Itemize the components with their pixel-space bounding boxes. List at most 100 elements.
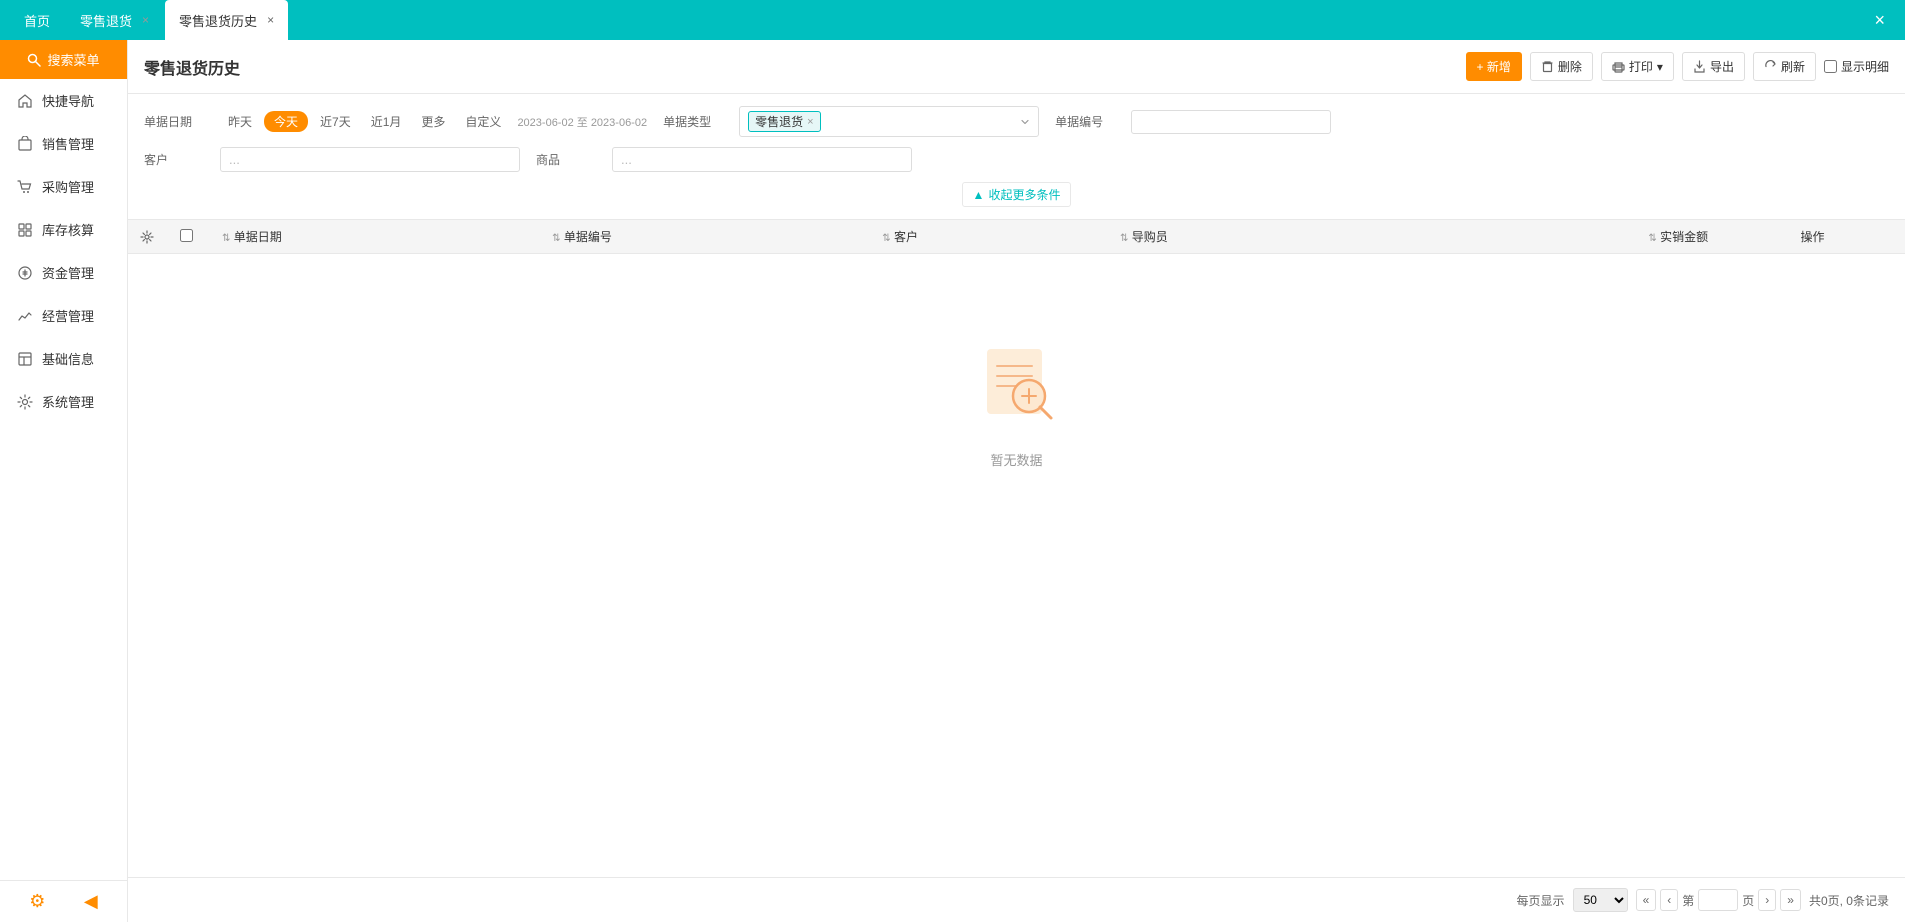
delete-icon — [1541, 60, 1554, 73]
date-btn-custom[interactable]: 自定义 — [457, 111, 509, 132]
sidebar-item-inventory[interactable]: 库存核算 — [0, 208, 127, 251]
th-guide-sort-icon[interactable]: ⇅ — [1120, 233, 1128, 244]
table-header-row: ⇅ 单据日期 ⇅ 单据编号 ⇅ 客户 ⇅ 导购员 — [128, 220, 1905, 254]
empty-icon — [967, 334, 1067, 434]
goods-filter-label: 商品 — [536, 151, 596, 168]
delete-label: 删除 — [1558, 58, 1582, 75]
data-table: ⇅ 单据日期 ⇅ 单据编号 ⇅ 客户 ⇅ 导购员 — [128, 220, 1905, 549]
export-button[interactable]: 导出 — [1682, 52, 1745, 81]
th-customer-sort-icon[interactable]: ⇅ — [882, 233, 890, 244]
th-action-label: 操作 — [1801, 230, 1825, 244]
customer-select[interactable]: ... — [220, 147, 520, 172]
settings-icon[interactable]: ⚙ — [29, 891, 45, 912]
table-settings-col[interactable] — [128, 220, 168, 254]
sidebar-item-finance[interactable]: 资金管理 — [0, 251, 127, 294]
refresh-button[interactable]: 刷新 — [1753, 52, 1816, 81]
show-detail-checkbox[interactable] — [1824, 60, 1837, 73]
voucher-type-select[interactable]: 零售退货 × — [739, 106, 1039, 137]
th-no: ⇅ 单据编号 — [538, 220, 868, 254]
tab-home[interactable]: 首页 — [10, 0, 64, 40]
date-btn-yesterday[interactable]: 昨天 — [220, 111, 260, 132]
system-icon — [16, 393, 34, 411]
th-action: 操作 — [1720, 220, 1905, 254]
sidebar-item-purchase[interactable]: 采购管理 — [0, 165, 127, 208]
th-amount-label: 实销金额 — [1660, 230, 1708, 244]
page-label-before: 第 — [1682, 892, 1694, 909]
top-bar-close[interactable]: × — [1864, 10, 1895, 31]
select-all-checkbox[interactable] — [180, 229, 193, 242]
delete-button[interactable]: 删除 — [1530, 52, 1593, 81]
per-page-label: 每页显示 — [1517, 892, 1565, 909]
date-btn-7days[interactable]: 近7天 — [312, 111, 359, 132]
table-checkbox-col[interactable] — [168, 220, 208, 254]
sidebar-nav: 快捷导航 销售管理 采 — [0, 79, 127, 880]
sidebar-item-system[interactable]: 系统管理 — [0, 380, 127, 423]
th-amount: ⇅ 实销金额 — [1390, 220, 1720, 254]
basic-icon — [16, 350, 34, 368]
page-title: 零售退货历史 — [144, 55, 240, 79]
sidebar-item-label: 基础信息 — [42, 349, 94, 368]
sidebar-search-label: 搜索菜单 — [47, 50, 99, 69]
sidebar-item-label: 库存核算 — [42, 220, 94, 239]
sidebar-search[interactable]: 搜索菜单 — [0, 40, 127, 79]
sidebar-item-label: 经营管理 — [42, 306, 94, 325]
sidebar-item-quick-nav[interactable]: 快捷导航 — [0, 79, 127, 122]
settings-col-icon[interactable] — [140, 230, 154, 244]
th-amount-sort-icon[interactable]: ⇅ — [1648, 233, 1656, 244]
customer-placeholder: ... — [229, 152, 511, 167]
per-page-select[interactable]: 50 10 20 100 — [1573, 888, 1628, 912]
collapse-label: 收起更多条件 — [988, 186, 1060, 203]
table-area: ⇅ 单据日期 ⇅ 单据编号 ⇅ 客户 ⇅ 导购员 — [128, 220, 1905, 877]
date-btn-1month[interactable]: 近1月 — [363, 111, 410, 132]
date-btn-more[interactable]: 更多 — [413, 111, 453, 132]
sidebar-item-label: 采购管理 — [42, 177, 94, 196]
inventory-icon — [16, 221, 34, 239]
sidebar-item-label: 销售管理 — [42, 134, 94, 153]
th-date-sort-icon[interactable]: ⇅ — [222, 233, 230, 244]
first-page-btn[interactable]: « — [1636, 889, 1657, 911]
tab-retail-return-history-label: 零售退货历史 — [179, 11, 257, 30]
sidebar-item-basic[interactable]: 基础信息 — [0, 337, 127, 380]
tab-retail-return-history[interactable]: 零售退货历史 × — [165, 0, 288, 40]
show-detail-checkbox-label[interactable]: 显示明细 — [1824, 58, 1889, 75]
pagination-nav: « ‹ 第 1 页 › » — [1636, 889, 1801, 911]
sidebar-item-label: 系统管理 — [42, 392, 94, 411]
sidebar-item-label: 资金管理 — [42, 263, 94, 282]
tab-retail-return[interactable]: 零售退货 × — [66, 0, 163, 40]
add-button[interactable]: + 新增 — [1466, 52, 1522, 81]
th-no-sort-icon[interactable]: ⇅ — [552, 233, 560, 244]
voucher-type-tag-close[interactable]: × — [807, 116, 813, 128]
th-guide-label: 导购员 — [1132, 230, 1168, 244]
filter-row-1: 单据日期 昨天 今天 近7天 近1月 更多 自定义 2023-06-02 至 2… — [144, 106, 1889, 137]
prev-page-btn[interactable]: ‹ — [1660, 889, 1678, 911]
print-label: 打印 — [1629, 58, 1653, 75]
goods-select[interactable]: ... — [612, 147, 912, 172]
total-info: 共0页, 0条记录 — [1809, 892, 1889, 909]
voucher-no-input[interactable] — [1131, 110, 1331, 134]
collapse-row: ▲ 收起更多条件 — [144, 182, 1889, 207]
collapse-icon[interactable]: ◀ — [84, 891, 98, 912]
empty-text: 暂无数据 — [990, 450, 1042, 469]
sidebar-item-sales[interactable]: 销售管理 — [0, 122, 127, 165]
tab-retail-return-history-close[interactable]: × — [267, 13, 274, 27]
th-customer: ⇅ 客户 — [868, 220, 1106, 254]
select-dropdown-icon — [1020, 117, 1030, 127]
th-customer-label: 客户 — [894, 230, 918, 244]
tab-list: 首页 零售退货 × 零售退货历史 × — [10, 0, 1864, 40]
export-label: 导出 — [1710, 58, 1734, 75]
sidebar-item-operation[interactable]: 经营管理 — [0, 294, 127, 337]
th-date: ⇅ 单据日期 — [208, 220, 538, 254]
home-icon — [16, 92, 34, 110]
last-page-btn[interactable]: » — [1780, 889, 1801, 911]
next-page-btn[interactable]: › — [1758, 889, 1776, 911]
collapse-conditions-btn[interactable]: ▲ 收起更多条件 — [962, 182, 1072, 207]
customer-filter-label: 客户 — [144, 151, 204, 168]
tab-retail-return-close[interactable]: × — [142, 13, 149, 27]
top-bar: 首页 零售退货 × 零售退货历史 × × — [0, 0, 1905, 40]
table-empty-row: 暂无数据 — [128, 254, 1905, 550]
goods-placeholder: ... — [621, 152, 903, 167]
date-btn-today[interactable]: 今天 — [264, 111, 308, 132]
sales-icon — [16, 135, 34, 153]
page-number-input[interactable]: 1 — [1698, 889, 1738, 911]
print-button[interactable]: 打印 ▾ — [1601, 52, 1674, 81]
